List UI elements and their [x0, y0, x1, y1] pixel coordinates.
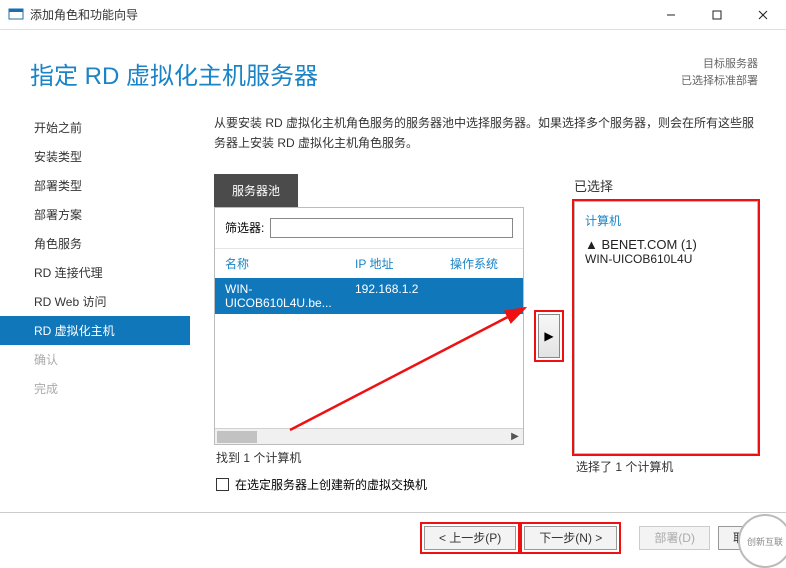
nav-rd-web-access[interactable]: RD Web 访问 — [0, 287, 190, 316]
nav-deploy-scenario[interactable]: 部署方案 — [0, 200, 190, 229]
destination-info: 目标服务器 已选择标准部署 — [681, 56, 758, 89]
deploy-button: 部署(D) — [639, 526, 710, 550]
selected-status: 选择了 1 个计算机 — [574, 454, 758, 479]
nav-confirmation: 确认 — [0, 345, 190, 374]
col-name[interactable]: 名称 — [225, 255, 355, 272]
server-pool-tab[interactable]: 服务器池 — [214, 174, 298, 207]
scroll-thumb[interactable] — [217, 431, 257, 443]
table-body: WIN-UICOB610L4U.be... 192.168.1.2 — [215, 278, 523, 428]
description-text: 从要安装 RD 虚拟化主机角色服务的服务器池中选择服务器。如果选择多个服务器，则… — [214, 105, 758, 174]
header: 指定 RD 虚拟化主机服务器 目标服务器 已选择标准部署 — [0, 30, 786, 105]
window-controls — [648, 0, 786, 29]
filter-input[interactable] — [270, 218, 513, 238]
maximize-button[interactable] — [694, 0, 740, 29]
selected-entry-title[interactable]: ▲ BENET.COM (1) — [585, 237, 747, 252]
destination-label: 目标服务器 — [681, 56, 758, 73]
add-server-button[interactable]: ▶ — [538, 314, 560, 358]
cell-ip: 192.168.1.2 — [355, 282, 450, 310]
found-status: 找到 1 个计算机 — [214, 445, 524, 470]
selected-panel: 已选择 计算机 ▲ BENET.COM (1) WIN-UICOB610L4U … — [574, 174, 758, 499]
checkbox-icon[interactable] — [216, 478, 229, 491]
filter-label: 筛选器: — [225, 219, 264, 236]
nav-before-begin[interactable]: 开始之前 — [0, 113, 190, 142]
wizard-nav: 开始之前 安装类型 部署类型 部署方案 角色服务 RD 连接代理 RD Web … — [0, 105, 190, 499]
create-vswitch-row[interactable]: 在选定服务器上创建新的虚拟交换机 — [214, 470, 524, 499]
scroll-right-icon[interactable]: ▶ — [507, 429, 523, 445]
previous-button[interactable]: < 上一步(P) — [424, 526, 516, 550]
destination-value: 已选择标准部署 — [681, 73, 758, 90]
watermark-text: 创新互联 — [747, 535, 783, 548]
selected-category: 计算机 — [585, 212, 747, 229]
table-header: 名称 IP 地址 操作系统 — [215, 249, 523, 278]
nav-install-type[interactable]: 安装类型 — [0, 142, 190, 171]
content-area: 从要安装 RD 虚拟化主机角色服务的服务器池中选择服务器。如果选择多个服务器，则… — [190, 105, 758, 499]
nav-deploy-type[interactable]: 部署类型 — [0, 171, 190, 200]
nav-rd-connection-broker[interactable]: RD 连接代理 — [0, 258, 190, 287]
watermark-logo: 创新互联 — [738, 514, 786, 568]
selected-heading: 已选择 — [574, 174, 758, 201]
close-button[interactable] — [740, 0, 786, 29]
minimize-button[interactable] — [648, 0, 694, 29]
title-bar: 添加角色和功能向导 — [0, 0, 786, 30]
nav-rd-virtualization-host[interactable]: RD 虚拟化主机 — [0, 316, 190, 345]
nav-completion: 完成 — [0, 374, 190, 403]
selected-list: 计算机 ▲ BENET.COM (1) WIN-UICOB610L4U — [574, 201, 758, 454]
nav-role-services[interactable]: 角色服务 — [0, 229, 190, 258]
next-button[interactable]: 下一步(N) > — [524, 526, 617, 550]
create-vswitch-label: 在选定服务器上创建新的虚拟交换机 — [235, 476, 427, 493]
selected-entry-sub[interactable]: WIN-UICOB610L4U — [585, 252, 747, 266]
window-title: 添加角色和功能向导 — [30, 6, 648, 23]
footer: < 上一步(P) 下一步(N) > 部署(D) 取消 — [0, 512, 786, 562]
app-icon — [8, 7, 24, 23]
cell-os — [450, 282, 513, 310]
col-os[interactable]: 操作系统 — [450, 255, 513, 272]
chevron-right-icon: ▶ — [544, 329, 553, 343]
cell-name: WIN-UICOB610L4U.be... — [225, 282, 355, 310]
server-pool-panel: 服务器池 筛选器: 名称 IP 地址 操作系统 WIN-UICOB610L4U.… — [214, 174, 524, 499]
horizontal-scrollbar[interactable]: ◀ ▶ — [215, 428, 523, 444]
col-ip[interactable]: IP 地址 — [355, 255, 450, 272]
table-row[interactable]: WIN-UICOB610L4U.be... 192.168.1.2 — [215, 278, 523, 314]
page-title: 指定 RD 虚拟化主机服务器 — [30, 56, 681, 91]
